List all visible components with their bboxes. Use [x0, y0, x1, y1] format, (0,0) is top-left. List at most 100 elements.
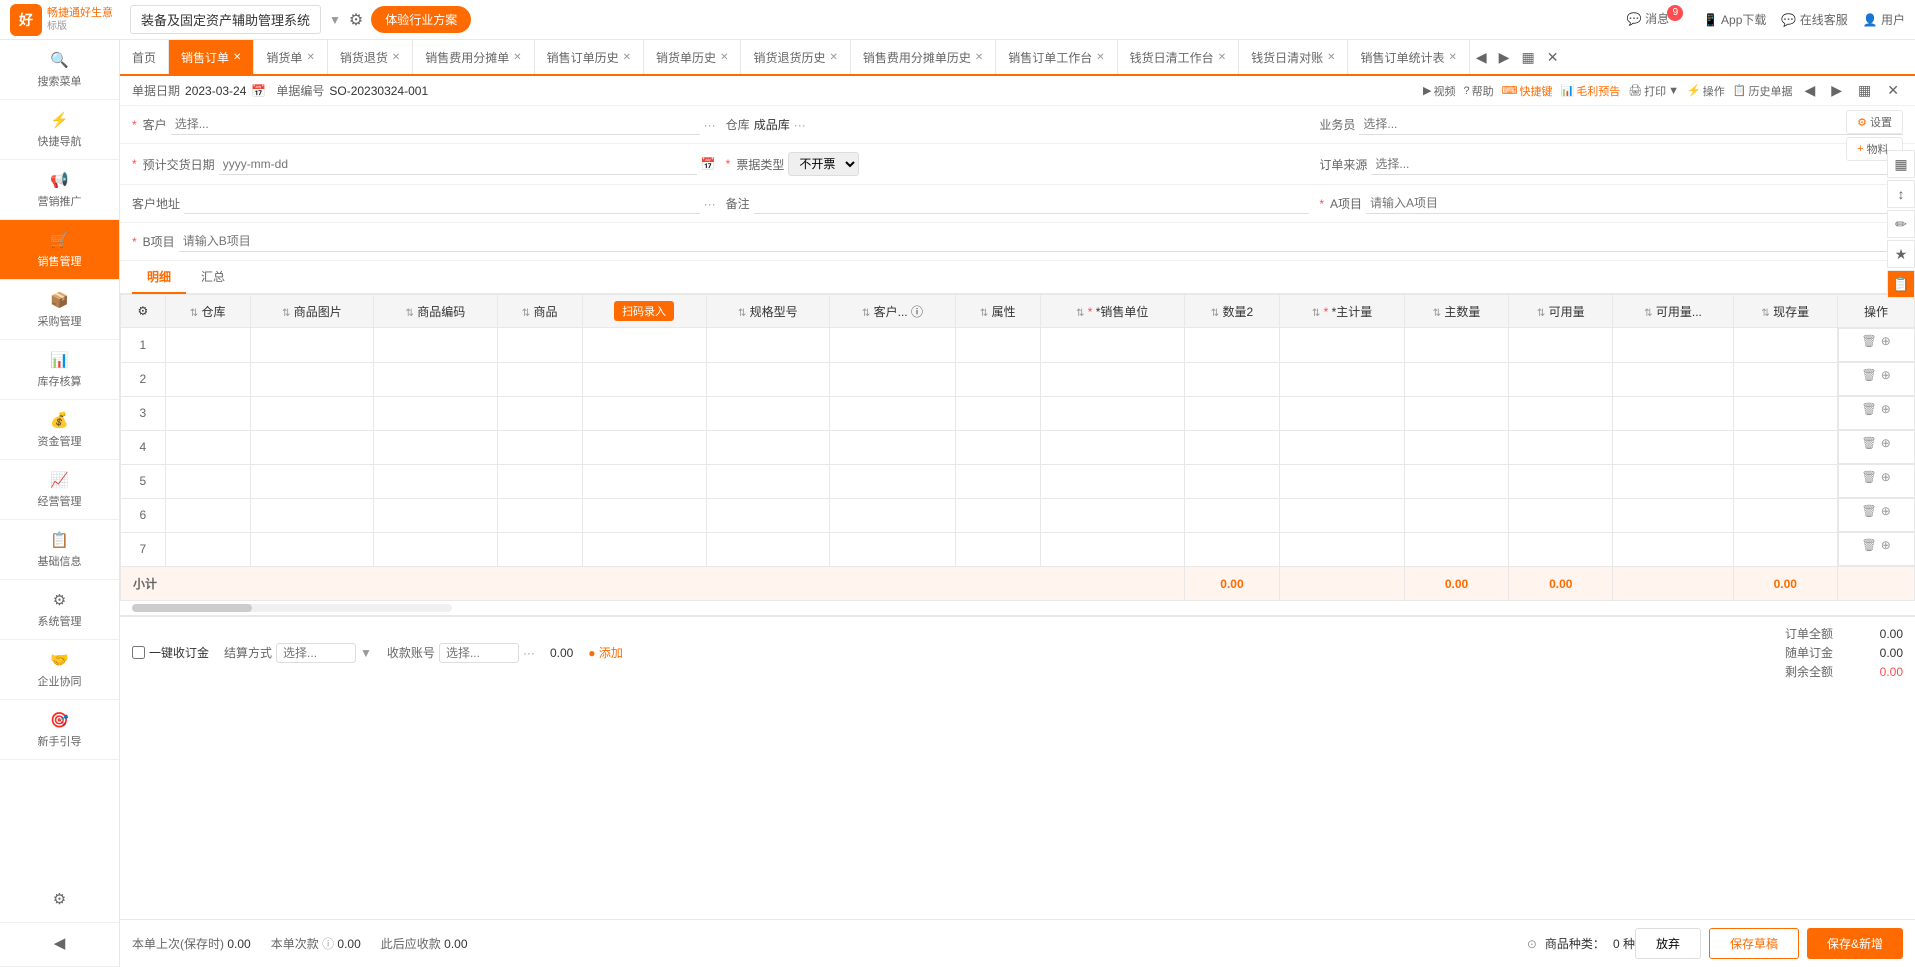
sidebar-item-inventory[interactable]: 📊 库存核算 [0, 340, 119, 400]
col-customer-code[interactable]: ⇅ 客户... ⓘ [830, 295, 956, 328]
row-copy-1[interactable]: ⊕ [1881, 334, 1891, 356]
sidebar-item-purchase[interactable]: 📦 采购管理 [0, 280, 119, 340]
row-delete-7[interactable]: 🗑 [1862, 538, 1877, 560]
tab-order-workbench[interactable]: 销售订单工作台 ✕ [996, 40, 1117, 74]
tab-close-receipt-history[interactable]: ✕ [720, 52, 728, 63]
delivery-input[interactable] [219, 154, 697, 175]
tab-close-order-history[interactable]: ✕ [623, 52, 631, 63]
row-delete-4[interactable]: 🗑 [1862, 436, 1877, 458]
a-project-input[interactable] [1366, 193, 1903, 214]
payment-input[interactable] [276, 643, 356, 663]
tab-close-sales-stats[interactable]: ✕ [1449, 52, 1457, 63]
sidebar-settings[interactable]: ⚙ [0, 879, 119, 923]
col-unit[interactable]: ⇅ * *销售单位 [1040, 295, 1184, 328]
right-tool-clipboard[interactable]: 📋 [1887, 270, 1915, 298]
form-close[interactable]: ✕ [1883, 82, 1903, 99]
right-tool-grid[interactable]: ▦ [1887, 150, 1915, 178]
sidebar-item-collab[interactable]: 🤝 企业协同 [0, 640, 119, 700]
setting-button[interactable]: ⚙ 设置 [1846, 110, 1903, 134]
col-available[interactable]: ⇅ 可用量 [1509, 295, 1613, 328]
tab-more[interactable]: ▦ [1515, 40, 1540, 74]
tab-cost-history[interactable]: 销售费用分摊单历史 ✕ [851, 40, 996, 74]
address-input[interactable] [184, 193, 700, 214]
delivery-calendar-icon[interactable]: 📅 [701, 157, 716, 171]
sidebar-item-search[interactable]: 🔍 搜索菜单 [0, 40, 119, 100]
tab-daily-workbench[interactable]: 钱货日清工作台 ✕ [1118, 40, 1239, 74]
tab-close-daily-reconcile[interactable]: ✕ [1327, 52, 1335, 63]
sidebar-item-basicinfo[interactable]: 📋 基础信息 [0, 520, 119, 580]
tab-home[interactable]: 首页 [120, 40, 169, 74]
tab-daily-reconcile[interactable]: 钱货日清对账 ✕ [1239, 40, 1348, 74]
col-main-unit[interactable]: ⇅ * *主计量 [1280, 295, 1405, 328]
discard-button[interactable]: 放弃 [1635, 928, 1701, 959]
customer-dots[interactable]: ··· [704, 118, 716, 132]
address-dots[interactable]: ··· [704, 197, 716, 211]
scan-button[interactable]: 扫码录入 [614, 301, 674, 321]
col-product[interactable]: ⇅ 商品 [497, 295, 582, 328]
customer-input[interactable] [171, 114, 700, 135]
sidebar-item-guide[interactable]: 🎯 新手引导 [0, 700, 119, 760]
order-source-input[interactable] [1371, 154, 1903, 175]
row-copy-5[interactable]: ⊕ [1881, 470, 1891, 492]
col-settings[interactable]: ⚙ [121, 295, 166, 328]
video-btn[interactable]: ▶ 视频 [1423, 83, 1455, 99]
system-dropdown-icon[interactable]: ▼ [329, 13, 341, 27]
col-main-qty[interactable]: ⇅ 主数量 [1404, 295, 1508, 328]
tab-close-cost-split[interactable]: ✕ [513, 52, 521, 63]
tab-close-sales-receipt[interactable]: ✕ [306, 52, 314, 63]
operation-btn[interactable]: ⚡ 操作 [1687, 83, 1725, 99]
detail-tab-summary[interactable]: 汇总 [186, 261, 240, 294]
sidebar-item-marketing[interactable]: 📢 营销推广 [0, 160, 119, 220]
tab-sales-return[interactable]: 销货退货 ✕ [328, 40, 413, 74]
invoice-select[interactable]: 不开票 [788, 152, 859, 176]
sidebar-item-sysadmin[interactable]: ⚙ 系统管理 [0, 580, 119, 640]
user-avatar[interactable]: 👤 用户 [1863, 11, 1905, 28]
tab-sales-order[interactable]: 销售订单 ✕ [169, 40, 254, 74]
detail-tab-detail[interactable]: 明细 [132, 261, 186, 294]
warehouse-dots[interactable]: ··· [794, 118, 806, 132]
sidebar-item-operations[interactable]: 📈 经营管理 [0, 460, 119, 520]
profit-forecast-btn[interactable]: 📊 毛利预告 [1561, 83, 1621, 99]
app-download[interactable]: 📱 App下载 [1703, 11, 1766, 28]
tab-sales-stats[interactable]: 销售订单统计表 ✕ [1348, 40, 1469, 74]
tab-close-order-workbench[interactable]: ✕ [1096, 52, 1104, 63]
tab-close-daily-workbench[interactable]: ✕ [1218, 52, 1226, 63]
b-project-input[interactable] [179, 231, 1903, 252]
row-copy-7[interactable]: ⊕ [1881, 538, 1891, 560]
row-delete-2[interactable]: 🗑 [1862, 368, 1877, 390]
help-btn[interactable]: ? 帮助 [1463, 83, 1493, 99]
note-input[interactable] [754, 193, 1310, 214]
tab-nav-prev[interactable]: ◀ [1470, 40, 1493, 74]
save-new-button[interactable]: 保存&新增 [1807, 928, 1903, 959]
sidebar-collapse[interactable]: ◀ [0, 923, 119, 967]
tab-close-return-history[interactable]: ✕ [829, 52, 837, 63]
col-scan[interactable]: 扫码录入 [582, 295, 706, 328]
col-spec[interactable]: ⇅ 规格型号 [706, 295, 830, 328]
col-image[interactable]: ⇅ 商品图片 [250, 295, 374, 328]
row-copy-3[interactable]: ⊕ [1881, 402, 1891, 424]
trial-button[interactable]: 体验行业方案 [371, 6, 471, 33]
form-grid[interactable]: ▦ [1854, 82, 1875, 99]
tab-return-history[interactable]: 销货退货历史 ✕ [741, 40, 850, 74]
account-input[interactable] [439, 643, 519, 663]
staff-input[interactable] [1359, 114, 1903, 135]
sidebar-item-sales[interactable]: 🛒 销售管理 [0, 220, 119, 280]
row-delete-6[interactable]: 🗑 [1862, 504, 1877, 526]
shortcut-btn[interactable]: ⌨ 快捷键 [1502, 83, 1553, 99]
col-qty2[interactable]: ⇅ 数量2 [1184, 295, 1280, 328]
row-copy-2[interactable]: ⊕ [1881, 368, 1891, 390]
form-nav-prev[interactable]: ◀ [1800, 82, 1819, 99]
row-copy-4[interactable]: ⊕ [1881, 436, 1891, 458]
payment-dropdown-icon[interactable]: ▼ [360, 646, 372, 660]
sidebar-item-finance[interactable]: 💰 资金管理 [0, 400, 119, 460]
draft-button[interactable]: 保存草稿 [1709, 928, 1799, 959]
col-warehouse[interactable]: ⇅ 仓库 [165, 295, 250, 328]
sidebar-item-quicknav[interactable]: ⚡ 快捷导航 [0, 100, 119, 160]
tab-close-cost-history[interactable]: ✕ [975, 52, 983, 63]
tab-sales-receipt[interactable]: 销货单 ✕ [254, 40, 327, 74]
col-attr[interactable]: ⇅ 属性 [955, 295, 1040, 328]
online-support[interactable]: 💬 在线客服 [1781, 11, 1847, 28]
print-btn[interactable]: 🖨 打印 ▼ [1628, 83, 1679, 99]
col-stock[interactable]: ⇅ 现存量 [1733, 295, 1837, 328]
row-copy-6[interactable]: ⊕ [1881, 504, 1891, 526]
